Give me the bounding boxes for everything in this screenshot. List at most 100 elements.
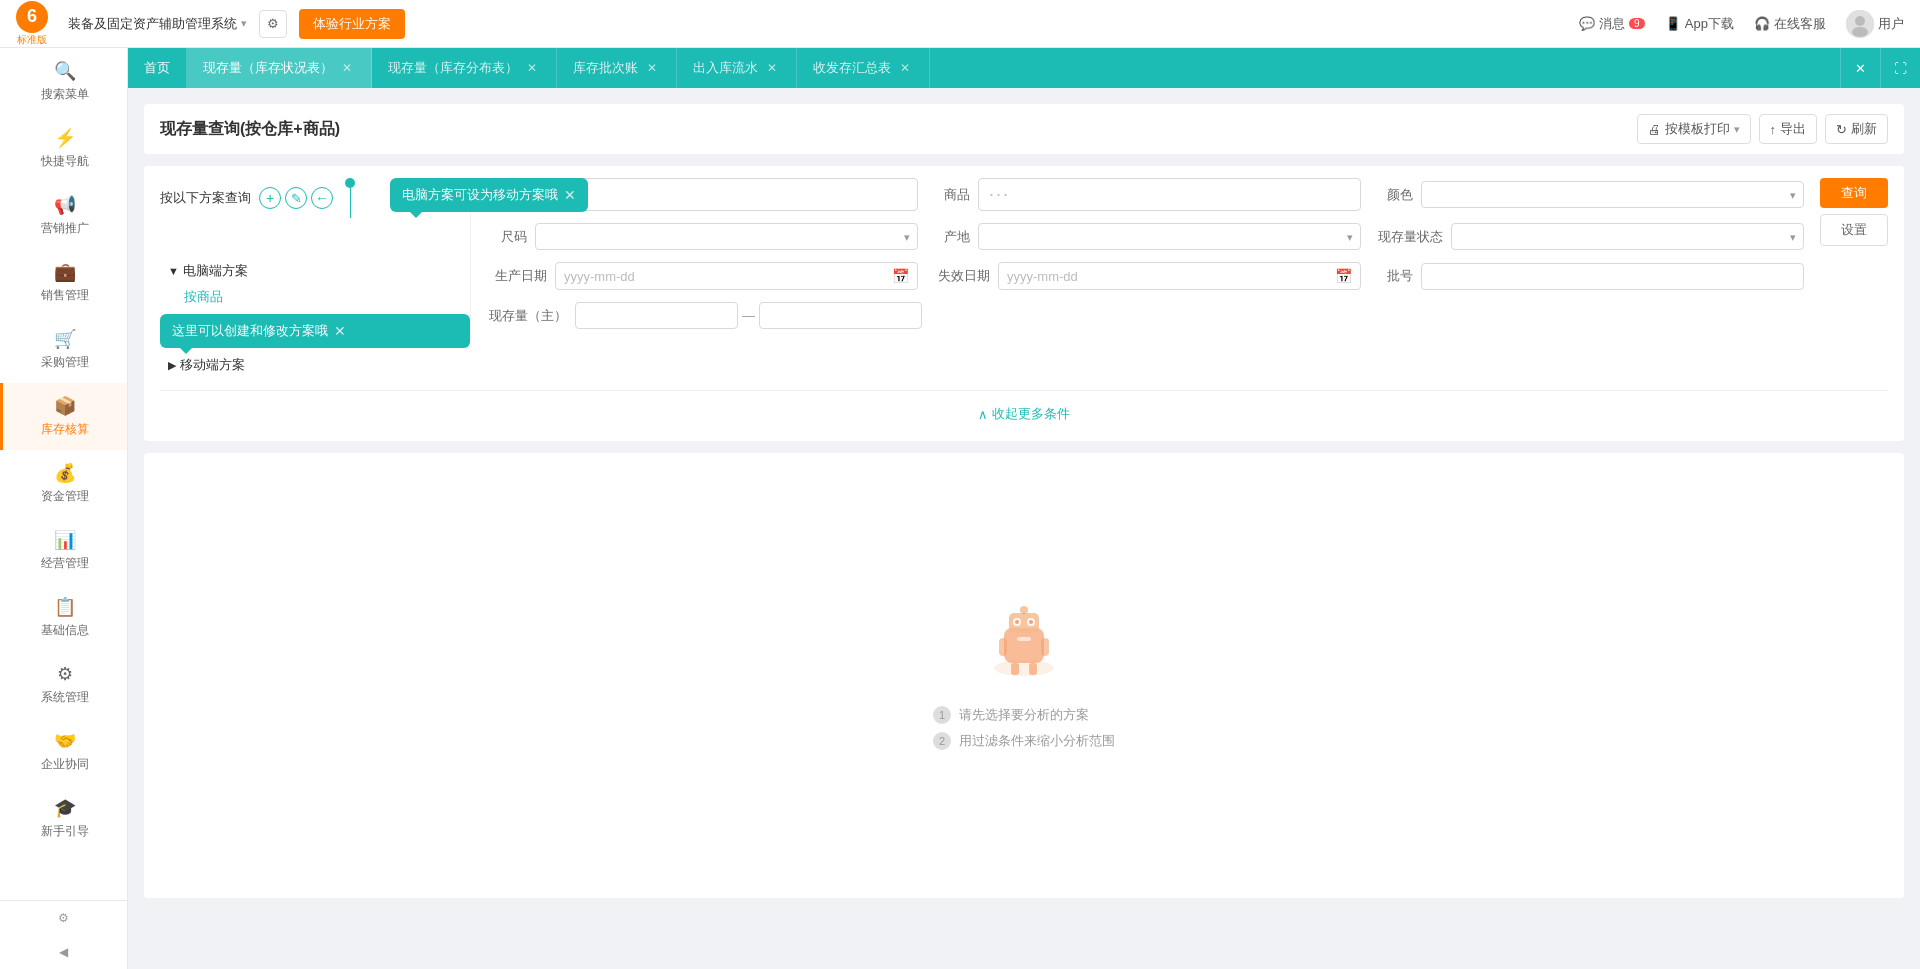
tab-inventory-dist-close[interactable]: ✕ — [524, 60, 540, 76]
collapse-label: 收起更多条件 — [992, 405, 1070, 423]
empty-step2: 2 用过滤条件来缩小分析范围 — [933, 732, 1115, 750]
tooltip1-close[interactable]: ✕ — [564, 187, 576, 203]
sidebar-item-purchase[interactable]: 🛒 采购管理 — [0, 316, 127, 383]
top-bar-right: 💬 消息 9 📱 App下载 🎧 在线客服 用户 — [1579, 10, 1904, 38]
filter-fields-column: 仓库 ··· 商品 ··· — [470, 178, 1804, 337]
settings-button[interactable]: ⚙ — [259, 10, 287, 38]
sidebar-item-sales[interactable]: 💼 销售管理 — [0, 249, 127, 316]
produce-date-input[interactable]: yyyy-mm-dd 📅 — [555, 262, 918, 290]
tab-inventory-status[interactable]: 现存量（库存状况表） ✕ — [187, 48, 372, 88]
produce-date-placeholder: yyyy-mm-dd — [564, 269, 635, 284]
tab-summary[interactable]: 收发存汇总表 ✕ — [797, 48, 930, 88]
filter-actions: + ✎ ← — [259, 187, 333, 209]
scheme-label-mobile: 移动端方案 — [180, 356, 245, 374]
tab-fullscreen-btn[interactable]: ⛶ — [1880, 48, 1920, 88]
empty-state: 1 请先选择要分析的方案 2 用过滤条件来缩小分析范围 — [144, 513, 1904, 838]
scheme-group-mobile[interactable]: ▶ 移动端方案 — [160, 352, 470, 378]
online-support-button[interactable]: 🎧 在线客服 — [1754, 15, 1826, 33]
tab-home[interactable]: 首页 — [128, 48, 187, 88]
step1-num: 1 — [933, 706, 951, 724]
tab-batch-account[interactable]: 库存批次账 ✕ — [557, 48, 677, 88]
origin-select[interactable] — [978, 223, 1361, 250]
color-select[interactable] — [1421, 181, 1804, 208]
sidebar-item-label-system: 系统管理 — [41, 689, 89, 706]
sidebar-item-guide[interactable]: 🎓 新手引导 — [0, 785, 127, 852]
empty-steps-list: 1 请先选择要分析的方案 2 用过滤条件来缩小分析范围 — [933, 706, 1115, 758]
svg-point-9 — [1029, 620, 1033, 624]
tab-inventory-status-close[interactable]: ✕ — [339, 60, 355, 76]
stock-qty-min[interactable] — [575, 302, 738, 329]
sidebar-item-cooperation[interactable]: 🤝 企业协同 — [0, 718, 127, 785]
sidebar-item-system[interactable]: ⚙ 系统管理 — [0, 651, 127, 718]
sidebar-item-search[interactable]: 🔍 搜索菜单 — [0, 48, 127, 115]
logo-area: 6 标准版 — [16, 1, 48, 47]
sidebar-collapse-btn[interactable]: ◀ — [0, 935, 127, 969]
scheme-item-goods[interactable]: 按商品 — [160, 284, 470, 310]
tab-inventory-dist[interactable]: 现存量（库存分布表） ✕ — [372, 48, 557, 88]
tab-inventory-status-label: 现存量（库存状况表） — [203, 59, 333, 77]
svg-rect-14 — [1017, 637, 1031, 641]
color-select-wrap: ▾ — [1421, 181, 1804, 208]
tab-summary-label: 收发存汇总表 — [813, 59, 891, 77]
scheme-group-desktop[interactable]: ▼ 电脑端方案 — [160, 258, 470, 284]
sidebar-item-inventory[interactable]: 📦 库存核算 — [0, 383, 127, 450]
message-button[interactable]: 💬 消息 9 — [1579, 15, 1645, 33]
goods-input[interactable]: ··· — [978, 178, 1361, 211]
app-download-button[interactable]: 📱 App下载 — [1665, 15, 1734, 33]
sidebar-item-marketing[interactable]: 📢 营销推广 — [0, 182, 127, 249]
back-scheme-btn[interactable]: ← — [311, 187, 333, 209]
stock-status-select[interactable] — [1451, 223, 1804, 250]
filter-main-row: 按以下方案查询 + ✎ ← — [160, 178, 1888, 382]
tab-summary-close[interactable]: ✕ — [897, 60, 913, 76]
refresh-button[interactable]: ↻ 刷新 — [1825, 114, 1888, 144]
finance-icon: 💰 — [54, 462, 76, 484]
tooltip2-close[interactable]: ✕ — [334, 323, 346, 339]
cooperation-icon: 🤝 — [54, 730, 76, 752]
expire-date-placeholder: yyyy-mm-dd — [1007, 269, 1078, 284]
top-bar-left: 6 标准版 装备及固定资产辅助管理系统 ▾ ⚙ 体验行业方案 — [16, 1, 405, 47]
collapse-button[interactable]: ∧ 收起更多条件 — [160, 399, 1888, 429]
sidebar-item-label-purchase: 采购管理 — [41, 354, 89, 371]
stock-qty-max[interactable] — [759, 302, 922, 329]
tab-batch-account-label: 库存批次账 — [573, 59, 638, 77]
filter-row2: 尺码 ▾ 产地 — [487, 223, 1804, 250]
trial-button[interactable]: 体验行业方案 — [299, 9, 405, 39]
dropdown-icon: ▾ — [241, 17, 247, 30]
sidebar-item-management[interactable]: 📊 经营管理 — [0, 517, 127, 584]
expire-date-label: 失效日期 — [930, 267, 990, 285]
goods-field: 商品 ··· — [930, 178, 1361, 211]
stock-status-select-wrap: ▾ — [1451, 223, 1804, 250]
batch-no-input[interactable] — [1421, 263, 1804, 290]
export-button[interactable]: ↑ 导出 — [1759, 114, 1818, 144]
sidebar-settings-btn[interactable]: ⚙ — [0, 901, 127, 935]
expire-date-input[interactable]: yyyy-mm-dd 📅 — [998, 262, 1361, 290]
stock-status-label: 现存量状态 — [1373, 228, 1443, 246]
warehouse-input[interactable]: ··· — [535, 178, 918, 211]
tab-inout-flow[interactable]: 出入库流水 ✕ — [677, 48, 797, 88]
svg-rect-10 — [999, 638, 1007, 656]
edit-scheme-btn[interactable]: ✎ — [285, 187, 307, 209]
print-button[interactable]: 🖨 按模板打印 ▾ — [1637, 114, 1751, 144]
page-header: 现存量查询(按仓库+商品) 🖨 按模板打印 ▾ ↑ 导出 ↻ — [144, 104, 1904, 154]
query-button[interactable]: 查询 — [1820, 178, 1888, 208]
sidebar-item-nav[interactable]: ⚡ 快捷导航 — [0, 115, 127, 182]
filter-row1: 仓库 ··· 商品 ··· — [487, 178, 1804, 211]
size-select-wrap: ▾ — [535, 223, 918, 250]
tab-inout-flow-close[interactable]: ✕ — [764, 60, 780, 76]
system-selector[interactable]: 装备及固定资产辅助管理系统 ▾ — [68, 15, 247, 33]
size-field: 尺码 ▾ — [487, 223, 918, 250]
tab-close-all-btn[interactable]: ✕ — [1840, 48, 1880, 88]
set-button[interactable]: 设置 — [1820, 214, 1888, 246]
add-scheme-btn[interactable]: + — [259, 187, 281, 209]
stock-qty-range: — — [575, 302, 922, 329]
sidebar-item-label-sales: 销售管理 — [41, 287, 89, 304]
sidebar-item-finance[interactable]: 💰 资金管理 — [0, 450, 127, 517]
size-select[interactable] — [535, 223, 918, 250]
scheme-column: 按以下方案查询 + ✎ ← — [160, 178, 470, 382]
batch-no-label: 批号 — [1373, 267, 1413, 285]
tab-batch-account-close[interactable]: ✕ — [644, 60, 660, 76]
tab-inventory-dist-label: 现存量（库存分布表） — [388, 59, 518, 77]
user-menu[interactable]: 用户 — [1846, 10, 1904, 38]
phone-icon: 📱 — [1665, 16, 1681, 31]
sidebar-item-basic[interactable]: 📋 基础信息 — [0, 584, 127, 651]
